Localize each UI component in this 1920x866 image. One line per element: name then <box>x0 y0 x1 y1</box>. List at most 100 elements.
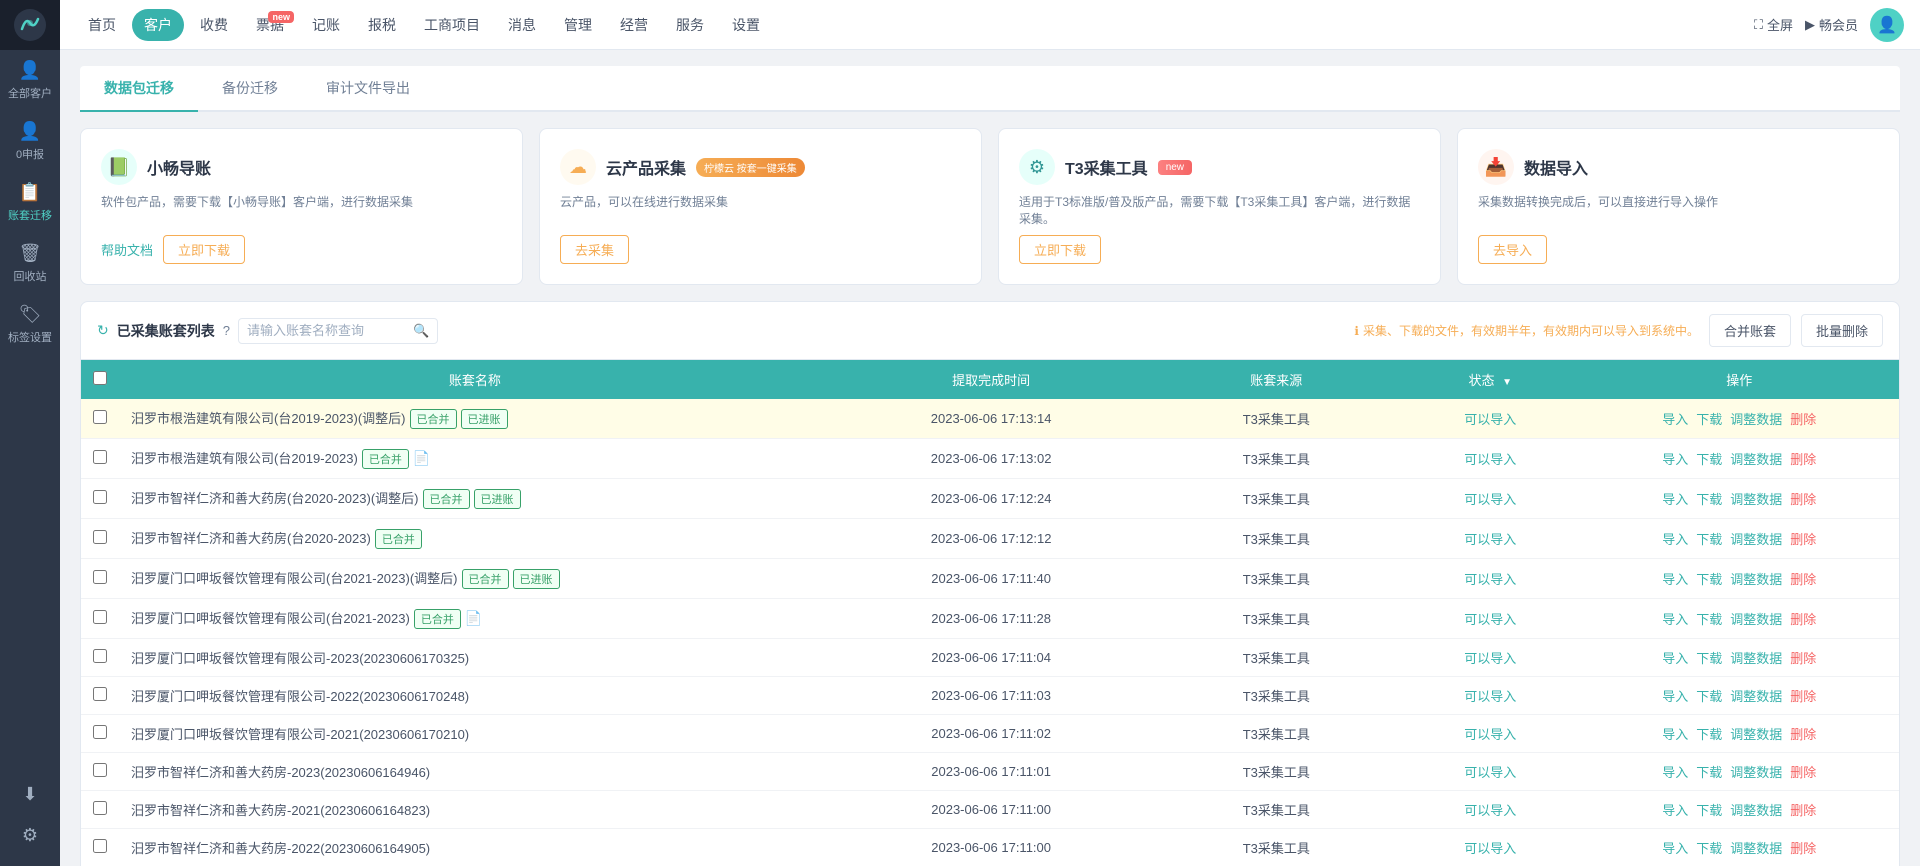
row-checkbox[interactable] <box>93 410 107 424</box>
row-checkbox[interactable] <box>93 725 107 739</box>
action-btn-下载[interactable]: 下载 <box>1692 569 1726 588</box>
action-btn-下载[interactable]: 下载 <box>1692 529 1726 548</box>
app-logo[interactable] <box>0 0 60 50</box>
tab-audit-export[interactable]: 审计文件导出 <box>302 66 434 112</box>
action-btn-导入[interactable]: 导入 <box>1658 489 1692 508</box>
nav-tax[interactable]: 报税 <box>356 9 408 41</box>
sidebar-item-all-clients[interactable]: 👤 全部客户 <box>0 50 60 111</box>
merge-btn[interactable]: 合并账套 <box>1709 314 1791 347</box>
action-btn-下载[interactable]: 下载 <box>1692 838 1726 857</box>
row-checkbox[interactable] <box>93 610 107 624</box>
row-checkbox[interactable] <box>93 490 107 504</box>
nav-messages[interactable]: 消息 <box>496 9 548 41</box>
sidebar-item-recycle[interactable]: 🗑 回收站 <box>0 233 60 294</box>
action-btn-删除[interactable]: 删除 <box>1786 762 1820 781</box>
search-input[interactable] <box>247 323 407 338</box>
action-btn-导入[interactable]: 导入 <box>1658 409 1692 428</box>
nav-settings[interactable]: 设置 <box>720 9 772 41</box>
action-btn-导入[interactable]: 导入 <box>1658 838 1692 857</box>
action-btn-调整数据[interactable]: 调整数据 <box>1726 838 1786 857</box>
row-actions-cell: 导入下载调整数据删除 <box>1580 715 1899 753</box>
action-btn-调整数据[interactable]: 调整数据 <box>1726 489 1786 508</box>
row-checkbox[interactable] <box>93 649 107 663</box>
action-btn-删除[interactable]: 删除 <box>1786 800 1820 819</box>
action-btn-导入[interactable]: 导入 <box>1658 529 1692 548</box>
row-checkbox[interactable] <box>93 839 107 853</box>
nav-home[interactable]: 首页 <box>76 9 128 41</box>
refresh-icon[interactable]: ↻ <box>97 322 109 339</box>
action-btn-下载[interactable]: 下载 <box>1692 762 1726 781</box>
action-btn-调整数据[interactable]: 调整数据 <box>1726 449 1786 468</box>
action-btn-删除[interactable]: 删除 <box>1786 409 1820 428</box>
tab-backup-migration[interactable]: 备份迁移 <box>198 66 302 112</box>
toolbar-right: ℹ 采集、下载的文件，有效期半年，有效期内可以导入到系统中。 合并账套 批量删除 <box>1354 314 1883 347</box>
go-collect-btn[interactable]: 去采集 <box>560 235 629 264</box>
action-btn-调整数据[interactable]: 调整数据 <box>1726 686 1786 705</box>
fullscreen-btn[interactable]: ⛶ 全屏 <box>1754 15 1793 34</box>
action-btn-调整数据[interactable]: 调整数据 <box>1726 409 1786 428</box>
action-btn-调整数据[interactable]: 调整数据 <box>1726 609 1786 628</box>
nav-business[interactable]: 工商项目 <box>412 9 492 41</box>
select-all-checkbox[interactable] <box>93 371 107 385</box>
row-checkbox[interactable] <box>93 570 107 584</box>
row-checkbox[interactable] <box>93 763 107 777</box>
member-btn[interactable]: ▶ 畅会员 <box>1805 15 1858 34</box>
download-now-btn[interactable]: 立即下载 <box>163 235 245 264</box>
nav-client[interactable]: 客户 <box>132 9 184 41</box>
action-btn-导入[interactable]: 导入 <box>1658 724 1692 743</box>
action-btn-下载[interactable]: 下载 <box>1692 800 1726 819</box>
action-btn-调整数据[interactable]: 调整数据 <box>1726 724 1786 743</box>
sidebar-item-account-migration[interactable]: 📋 账套迁移 <box>0 172 60 233</box>
action-btn-下载[interactable]: 下载 <box>1692 609 1726 628</box>
action-btn-下载[interactable]: 下载 <box>1692 449 1726 468</box>
action-btn-调整数据[interactable]: 调整数据 <box>1726 648 1786 667</box>
action-btn-下载[interactable]: 下载 <box>1692 724 1726 743</box>
action-btn-调整数据[interactable]: 调整数据 <box>1726 569 1786 588</box>
action-btn-导入[interactable]: 导入 <box>1658 569 1692 588</box>
action-btn-删除[interactable]: 删除 <box>1786 724 1820 743</box>
action-btn-删除[interactable]: 删除 <box>1786 569 1820 588</box>
nav-invoice[interactable]: 票据 new <box>244 9 296 41</box>
action-btn-删除[interactable]: 删除 <box>1786 609 1820 628</box>
action-btn-删除[interactable]: 删除 <box>1786 449 1820 468</box>
go-import-btn[interactable]: 去导入 <box>1478 235 1547 264</box>
action-btn-删除[interactable]: 删除 <box>1786 529 1820 548</box>
nav-management[interactable]: 管理 <box>552 9 604 41</box>
nav-billing[interactable]: 收费 <box>188 9 240 41</box>
action-btn-导入[interactable]: 导入 <box>1658 609 1692 628</box>
action-btn-导入[interactable]: 导入 <box>1658 648 1692 667</box>
action-btn-下载[interactable]: 下载 <box>1692 648 1726 667</box>
batch-delete-btn[interactable]: 批量删除 <box>1801 314 1883 347</box>
row-checkbox[interactable] <box>93 530 107 544</box>
nav-bookkeeping[interactable]: 记账 <box>300 9 352 41</box>
action-btn-下载[interactable]: 下载 <box>1692 686 1726 705</box>
sidebar-item-user[interactable]: ⚙ <box>0 815 60 856</box>
action-btn-删除[interactable]: 删除 <box>1786 648 1820 667</box>
action-btn-删除[interactable]: 删除 <box>1786 489 1820 508</box>
action-btn-调整数据[interactable]: 调整数据 <box>1726 762 1786 781</box>
sidebar-item-download[interactable]: ⬇ <box>0 774 60 815</box>
row-checkbox[interactable] <box>93 801 107 815</box>
action-btn-调整数据[interactable]: 调整数据 <box>1726 800 1786 819</box>
action-btn-删除[interactable]: 删除 <box>1786 686 1820 705</box>
row-checkbox[interactable] <box>93 450 107 464</box>
action-btn-导入[interactable]: 导入 <box>1658 762 1692 781</box>
action-btn-下载[interactable]: 下载 <box>1692 409 1726 428</box>
action-btn-调整数据[interactable]: 调整数据 <box>1726 529 1786 548</box>
action-btn-导入[interactable]: 导入 <box>1658 686 1692 705</box>
download-t3-btn[interactable]: 立即下载 <box>1019 235 1101 264</box>
row-checkbox[interactable] <box>93 687 107 701</box>
status-badge: 可以导入 <box>1464 572 1516 587</box>
nav-operations[interactable]: 经营 <box>608 9 660 41</box>
search-icon[interactable]: 🔍 <box>413 323 429 339</box>
tab-data-migration[interactable]: 数据包迁移 <box>80 66 198 112</box>
help-doc-btn[interactable]: 帮助文档 <box>101 240 153 259</box>
action-btn-下载[interactable]: 下载 <box>1692 489 1726 508</box>
sidebar-item-tag-settings[interactable]: 🏷 标签设置 <box>0 294 60 355</box>
action-btn-删除[interactable]: 删除 <box>1786 838 1820 857</box>
nav-service[interactable]: 服务 <box>664 9 716 41</box>
user-avatar[interactable]: 👤 <box>1870 8 1904 42</box>
action-btn-导入[interactable]: 导入 <box>1658 800 1692 819</box>
action-btn-导入[interactable]: 导入 <box>1658 449 1692 468</box>
sidebar-item-zero-report[interactable]: 👤 0申报 <box>0 111 60 172</box>
